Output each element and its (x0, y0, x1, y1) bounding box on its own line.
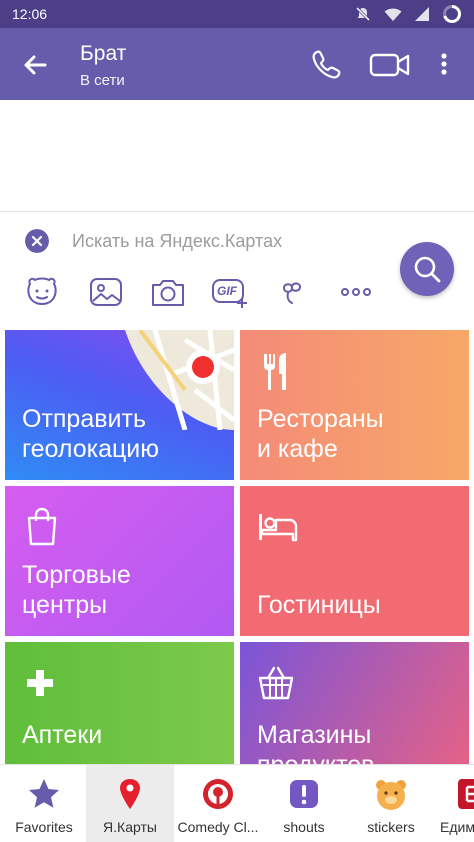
exclamation-icon (290, 780, 318, 808)
tile-label: Магазины продуктов (257, 721, 374, 764)
chat-header: Брат В сети (0, 28, 474, 100)
extension-label: Я.Карты (103, 819, 157, 835)
status-icons (354, 4, 462, 24)
mute-icon (355, 6, 371, 22)
extension-label: shouts (283, 819, 325, 835)
search-icon (414, 256, 441, 283)
tile-label: Отправить геолокацию (22, 405, 160, 463)
chat-messages-area (0, 100, 474, 212)
star-icon (29, 779, 59, 808)
more-options-icon[interactable] (434, 46, 454, 82)
sticker-face-icon[interactable] (22, 272, 62, 312)
tile-pharmacies[interactable]: Аптеки (5, 642, 234, 764)
more-icon[interactable] (336, 272, 376, 312)
map-pin-icon (120, 779, 140, 809)
video-call-icon[interactable] (368, 48, 412, 82)
shopping-bag-icon (27, 507, 57, 546)
fork-knife-icon (264, 353, 286, 390)
extension-yandex-maps[interactable]: Я.Карты (86, 765, 174, 842)
status-time: 12:06 (12, 6, 48, 22)
wifi-icon (384, 8, 402, 21)
tile-restaurants[interactable]: Рестораны и кафе (240, 330, 469, 480)
comedy-club-icon (203, 779, 233, 809)
search-button[interactable] (400, 242, 454, 296)
extension-label: Comedy Cl... (177, 819, 259, 835)
camera-icon[interactable] (148, 272, 188, 312)
battery-icon (443, 4, 461, 23)
extension-comedy-club[interactable]: Comedy Cl... (174, 765, 262, 842)
gif-icon[interactable]: GIF (210, 272, 250, 312)
extension-label: Едим (440, 819, 474, 835)
extension-favorites[interactable]: Favorites (0, 765, 88, 842)
gif-label: GIF (217, 284, 237, 298)
extension-label: Favorites (15, 819, 73, 835)
tile-send-location[interactable]: Отправить геолокацию (5, 330, 234, 480)
status-bar: 12:06 (0, 0, 474, 28)
edim-logo-icon (458, 779, 474, 809)
extension-label: stickers (367, 819, 415, 835)
tile-shopping-centers[interactable]: Торговые центры (5, 486, 234, 636)
gallery-icon[interactable] (86, 272, 126, 312)
chat-extensions-bar: Favorites Я.Карты Comedy Cl... shouts st… (0, 764, 474, 842)
contact-status: В сети (80, 72, 125, 89)
extension-shouts[interactable]: shouts (260, 765, 348, 842)
extension-stickers[interactable]: stickers (347, 765, 435, 842)
message-toolbar: GIF (0, 272, 400, 312)
map-search-input[interactable] (72, 226, 382, 256)
contact-name[interactable]: Брат (80, 42, 126, 66)
tile-label: Аптеки (22, 721, 103, 749)
bed-icon (259, 514, 298, 542)
tile-label: Торговые центры (22, 561, 131, 619)
back-arrow-icon[interactable] (18, 48, 52, 82)
extension-edim[interactable]: Едим (434, 765, 474, 842)
tile-hotels[interactable]: Гостиницы (240, 486, 469, 636)
tile-grocery-stores[interactable]: Магазины продуктов (240, 642, 469, 764)
clear-search-icon[interactable] (25, 229, 49, 253)
tile-label: Гостиницы (257, 591, 381, 619)
doodle-icon[interactable] (274, 272, 314, 312)
tile-label: Рестораны и кафе (257, 405, 384, 463)
phone-call-icon[interactable] (308, 46, 344, 82)
signal-icon (415, 7, 429, 21)
basket-icon (258, 666, 294, 700)
bear-sticker-icon (376, 780, 406, 810)
plus-icon (27, 670, 53, 696)
